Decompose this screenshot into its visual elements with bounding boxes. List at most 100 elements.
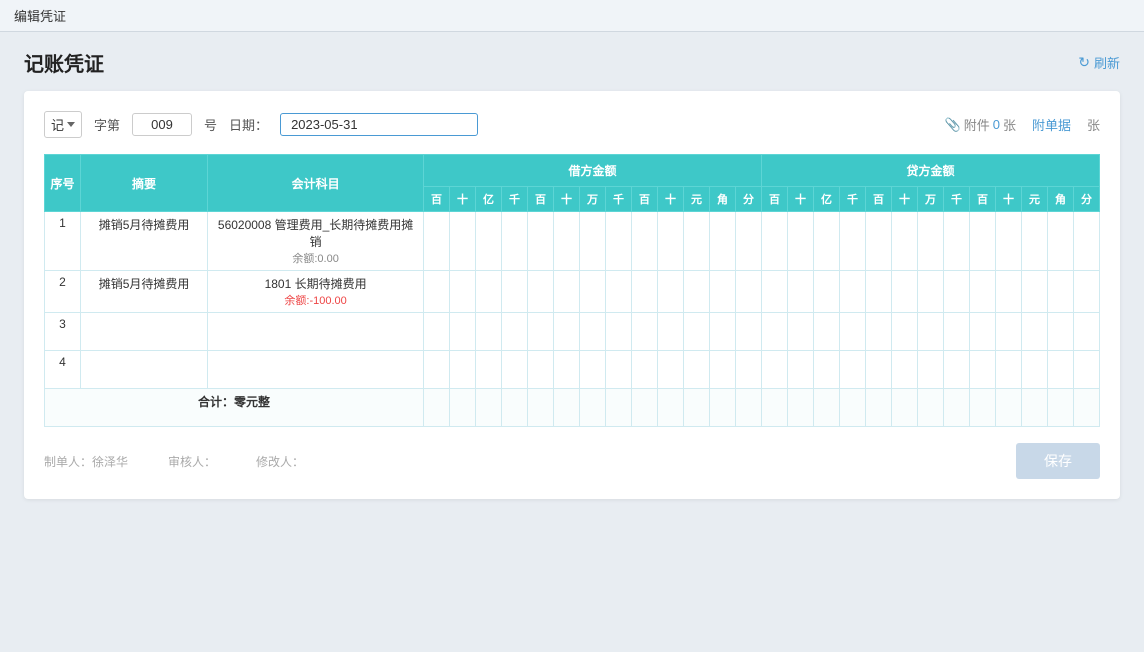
debit-cell[interactable] bbox=[423, 313, 449, 351]
credit-cell[interactable] bbox=[995, 351, 1021, 389]
credit-cell[interactable] bbox=[787, 271, 813, 313]
credit-cell[interactable] bbox=[1021, 212, 1047, 271]
debit-cell[interactable] bbox=[527, 313, 553, 351]
debit-cell[interactable] bbox=[605, 271, 631, 313]
debit-cell[interactable] bbox=[579, 351, 605, 389]
debit-cell[interactable] bbox=[501, 351, 527, 389]
debit-cell[interactable] bbox=[527, 212, 553, 271]
debit-cell[interactable] bbox=[449, 351, 475, 389]
credit-cell[interactable] bbox=[839, 351, 865, 389]
debit-cell[interactable] bbox=[527, 351, 553, 389]
credit-cell[interactable] bbox=[1047, 212, 1073, 271]
credit-cell[interactable] bbox=[839, 313, 865, 351]
debit-cell[interactable] bbox=[423, 271, 449, 313]
credit-cell[interactable] bbox=[761, 313, 787, 351]
credit-cell[interactable] bbox=[813, 212, 839, 271]
credit-cell[interactable] bbox=[1073, 351, 1099, 389]
credit-cell[interactable] bbox=[839, 212, 865, 271]
credit-cell[interactable] bbox=[1021, 351, 1047, 389]
debit-cell[interactable] bbox=[605, 351, 631, 389]
debit-cell[interactable] bbox=[501, 313, 527, 351]
debit-cell[interactable] bbox=[735, 313, 761, 351]
debit-cell[interactable] bbox=[735, 212, 761, 271]
debit-cell[interactable] bbox=[605, 212, 631, 271]
save-button[interactable]: 保存 bbox=[1016, 443, 1100, 479]
row-summary[interactable]: 摊销5月待摊费用 bbox=[80, 271, 207, 313]
row-summary[interactable] bbox=[80, 313, 207, 351]
credit-cell[interactable] bbox=[865, 351, 891, 389]
credit-cell[interactable] bbox=[995, 271, 1021, 313]
credit-cell[interactable] bbox=[1021, 313, 1047, 351]
credit-cell[interactable] bbox=[1073, 313, 1099, 351]
debit-cell[interactable] bbox=[683, 271, 709, 313]
debit-cell[interactable] bbox=[657, 271, 683, 313]
credit-cell[interactable] bbox=[995, 313, 1021, 351]
credit-cell[interactable] bbox=[891, 351, 917, 389]
debit-cell[interactable] bbox=[631, 313, 657, 351]
credit-cell[interactable] bbox=[813, 313, 839, 351]
debit-cell[interactable] bbox=[423, 212, 449, 271]
fudanju-button[interactable]: 附单据 bbox=[1032, 115, 1071, 134]
credit-cell[interactable] bbox=[891, 271, 917, 313]
debit-cell[interactable] bbox=[423, 351, 449, 389]
debit-cell[interactable] bbox=[449, 271, 475, 313]
credit-cell[interactable] bbox=[839, 271, 865, 313]
debit-cell[interactable] bbox=[579, 313, 605, 351]
credit-cell[interactable] bbox=[1073, 212, 1099, 271]
credit-cell[interactable] bbox=[917, 313, 943, 351]
credit-cell[interactable] bbox=[943, 271, 969, 313]
credit-cell[interactable] bbox=[969, 271, 995, 313]
debit-cell[interactable] bbox=[475, 212, 501, 271]
debit-cell[interactable] bbox=[579, 212, 605, 271]
row-account[interactable]: 56020008 管理费用_长期待摊费用摊销余额:0.00 bbox=[208, 212, 424, 271]
credit-cell[interactable] bbox=[865, 271, 891, 313]
debit-cell[interactable] bbox=[683, 212, 709, 271]
credit-cell[interactable] bbox=[813, 271, 839, 313]
credit-cell[interactable] bbox=[1047, 271, 1073, 313]
row-account[interactable]: 1801 长期待摊费用余额:-100.00 bbox=[208, 271, 424, 313]
row-account[interactable] bbox=[208, 313, 424, 351]
credit-cell[interactable] bbox=[943, 313, 969, 351]
debit-cell[interactable] bbox=[657, 351, 683, 389]
credit-cell[interactable] bbox=[891, 313, 917, 351]
debit-cell[interactable] bbox=[553, 351, 579, 389]
credit-cell[interactable] bbox=[995, 212, 1021, 271]
debit-cell[interactable] bbox=[709, 313, 735, 351]
credit-cell[interactable] bbox=[761, 271, 787, 313]
debit-cell[interactable] bbox=[449, 212, 475, 271]
credit-cell[interactable] bbox=[1047, 313, 1073, 351]
attachment-link[interactable]: 📎 附件 0 张 bbox=[945, 115, 1016, 134]
credit-cell[interactable] bbox=[865, 313, 891, 351]
credit-cell[interactable] bbox=[917, 271, 943, 313]
credit-cell[interactable] bbox=[761, 212, 787, 271]
debit-cell[interactable] bbox=[709, 351, 735, 389]
debit-cell[interactable] bbox=[553, 271, 579, 313]
debit-cell[interactable] bbox=[579, 271, 605, 313]
debit-cell[interactable] bbox=[735, 351, 761, 389]
debit-cell[interactable] bbox=[475, 271, 501, 313]
credit-cell[interactable] bbox=[891, 212, 917, 271]
debit-cell[interactable] bbox=[605, 313, 631, 351]
row-summary[interactable]: 摊销5月待摊费用 bbox=[80, 212, 207, 271]
row-summary[interactable] bbox=[80, 351, 207, 389]
credit-cell[interactable] bbox=[969, 313, 995, 351]
debit-cell[interactable] bbox=[449, 313, 475, 351]
debit-cell[interactable] bbox=[735, 271, 761, 313]
refresh-button[interactable]: ↻ 刷新 bbox=[1078, 53, 1120, 72]
debit-cell[interactable] bbox=[475, 313, 501, 351]
credit-cell[interactable] bbox=[1021, 271, 1047, 313]
zi-number-input[interactable] bbox=[132, 113, 192, 136]
debit-cell[interactable] bbox=[501, 212, 527, 271]
credit-cell[interactable] bbox=[969, 351, 995, 389]
debit-cell[interactable] bbox=[683, 313, 709, 351]
debit-cell[interactable] bbox=[683, 351, 709, 389]
debit-cell[interactable] bbox=[553, 212, 579, 271]
debit-cell[interactable] bbox=[501, 271, 527, 313]
credit-cell[interactable] bbox=[787, 313, 813, 351]
debit-cell[interactable] bbox=[709, 212, 735, 271]
debit-cell[interactable] bbox=[527, 271, 553, 313]
credit-cell[interactable] bbox=[761, 351, 787, 389]
row-account[interactable] bbox=[208, 351, 424, 389]
credit-cell[interactable] bbox=[917, 351, 943, 389]
debit-cell[interactable] bbox=[709, 271, 735, 313]
